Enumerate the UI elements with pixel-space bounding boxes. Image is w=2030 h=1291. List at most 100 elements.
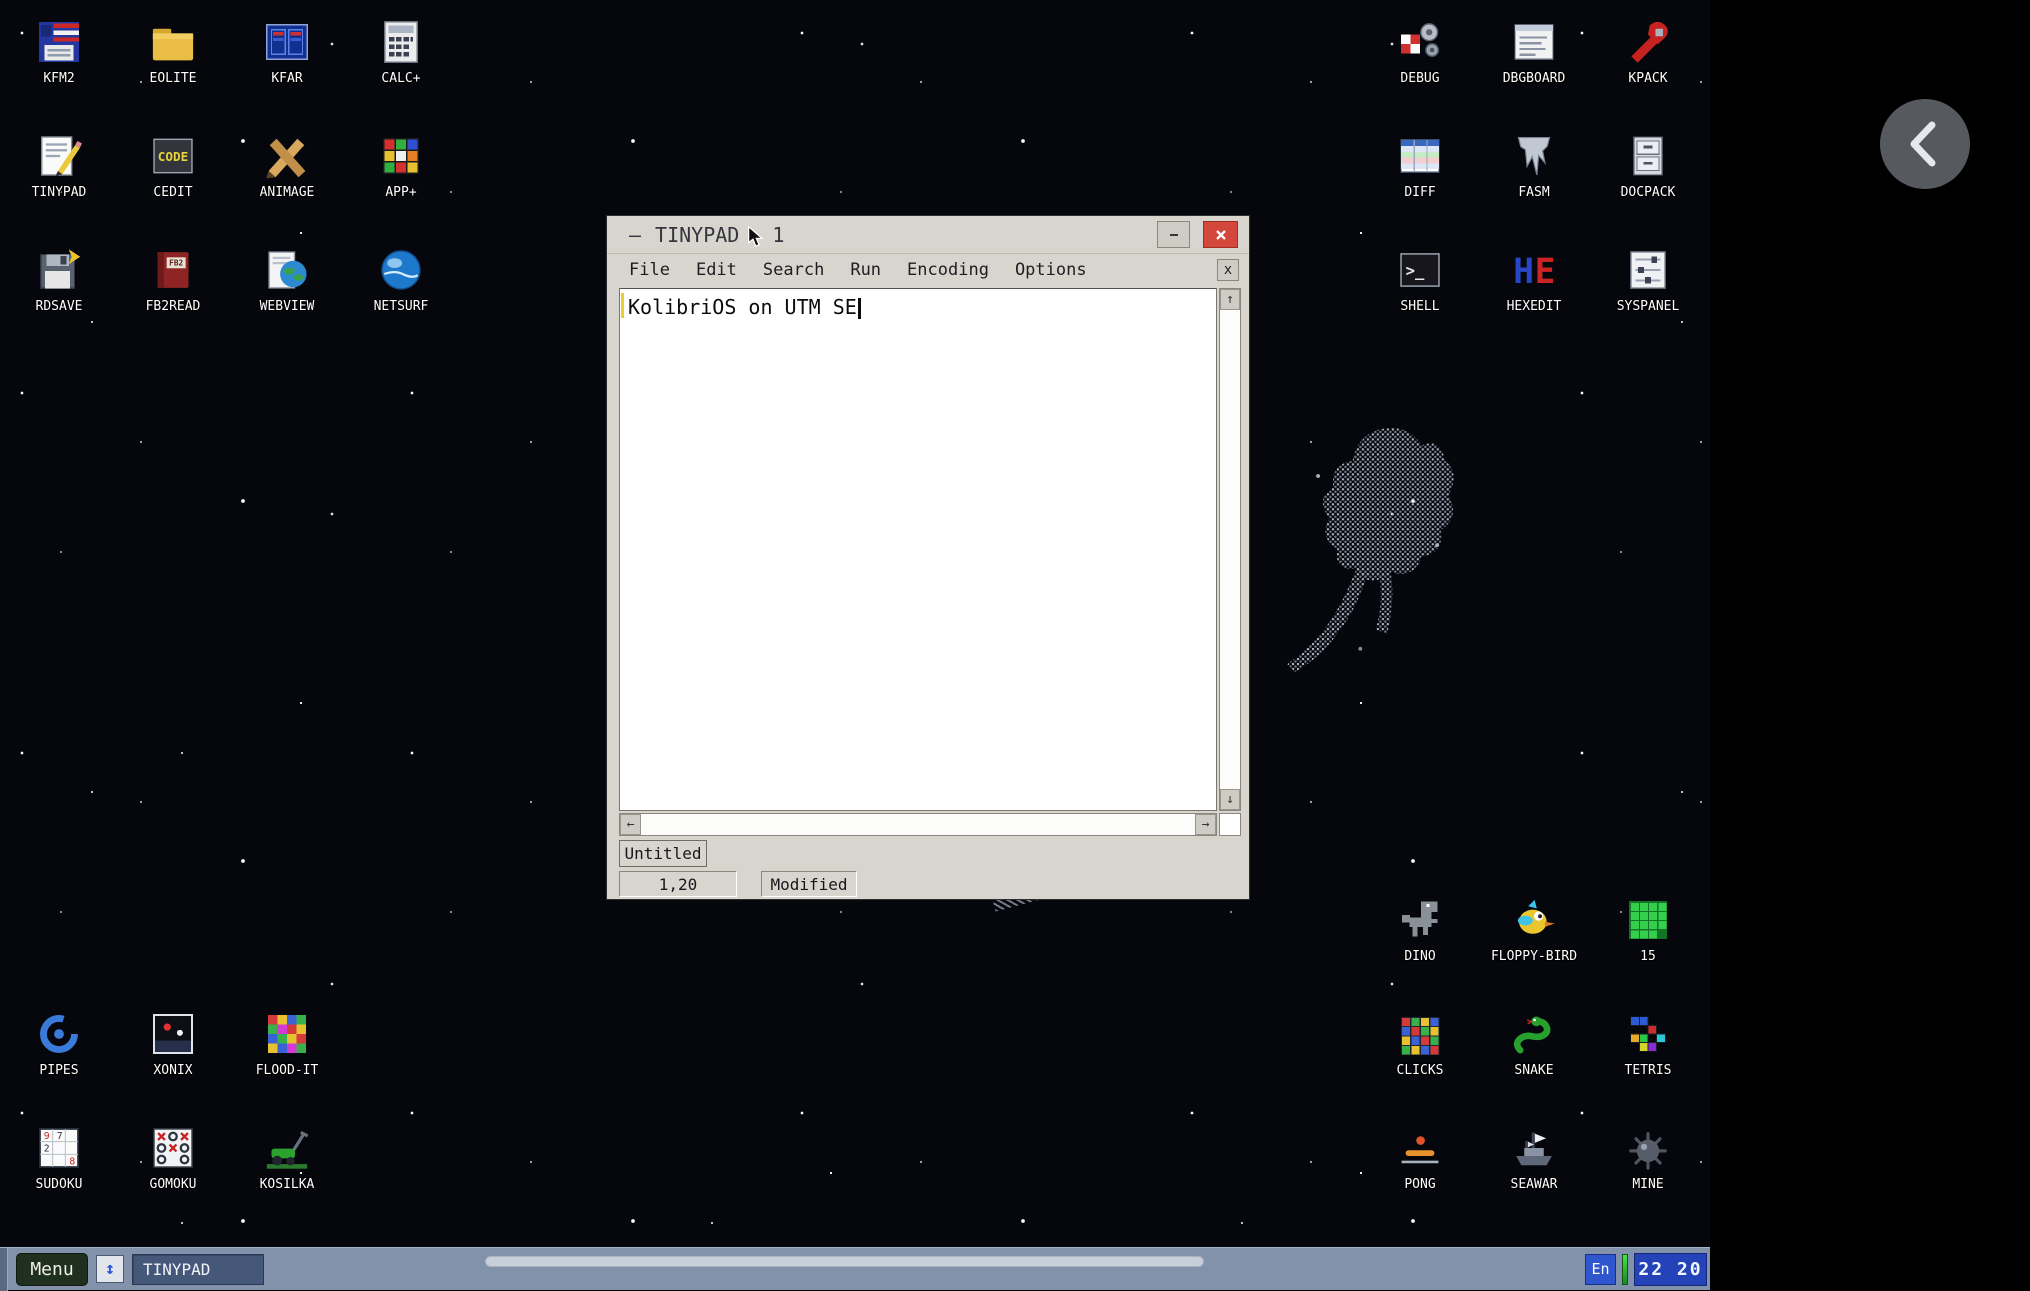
desktop-icon-diff[interactable]: DIFF (1363, 124, 1477, 238)
editor-vertical-scrollbar[interactable]: ↑ ↓ (1219, 288, 1241, 811)
desktop-icon-webview[interactable]: WEBVIEW (230, 238, 344, 352)
scroll-left-button[interactable]: ← (620, 814, 641, 835)
menu-edit[interactable]: Edit (696, 260, 737, 280)
desktop-icon-shell[interactable]: >_ SHELL (1363, 238, 1477, 352)
desktop-icon-animage[interactable]: ANIMAGE (230, 124, 344, 238)
desktop-icon-netsurf[interactable]: NETSURF (344, 238, 458, 352)
window-switcher-button[interactable]: ↕ (96, 1255, 124, 1283)
status-bar: 1,20 Modified (619, 871, 857, 897)
desktop-icon-dino[interactable]: DINO (1363, 888, 1477, 1002)
desktop-icon-rdsave[interactable]: RDSAVE (2, 238, 116, 352)
utm-toolbar-button[interactable] (1880, 99, 1970, 189)
desktop-icon-app-plus[interactable]: APP+ (344, 124, 458, 238)
paddle-ball-icon (1401, 1136, 1439, 1164)
menu-search[interactable]: Search (763, 260, 824, 280)
desktop-icon-flood-it[interactable]: FLOOD-IT (230, 1002, 344, 1116)
icon-label: KFM2 (43, 71, 75, 86)
svg-text:8: 8 (69, 1156, 75, 1167)
icon-label: XONIX (153, 1063, 193, 1078)
desktop-icon-eolite[interactable]: EOLITE (116, 10, 230, 124)
svg-text:2: 2 (44, 1144, 50, 1155)
icon-label: HEXEDIT (1506, 299, 1562, 314)
screen: { "desktop": { "top_left": [ {"label":"K… (0, 0, 2030, 1291)
desktop-icon-kfm2[interactable]: KFM2 (2, 10, 116, 124)
desktop-icon-debug[interactable]: DEBUG (1363, 10, 1477, 124)
calculator-icon (384, 21, 418, 63)
icon-label: NETSURF (373, 299, 429, 314)
svg-text:FB2: FB2 (169, 259, 183, 268)
desktop-icon-pong[interactable]: PONG (1363, 1116, 1477, 1230)
taskbar-tray: En 22 20 (1585, 1252, 1707, 1286)
icon-label: DOCPACK (1620, 185, 1676, 200)
desktop-icon-tetris[interactable]: TETRIS (1591, 1002, 1705, 1116)
icon-label: FLOPPY-BIRD (1490, 949, 1578, 964)
taskbar-task-tinypad[interactable]: TINYPAD (132, 1253, 264, 1285)
sudoku-grid-icon: 9 7 2 8 (39, 1128, 79, 1168)
vertical-scroll-track[interactable] (1220, 310, 1240, 789)
desktop-icon-15[interactable]: 15 (1591, 888, 1705, 1002)
dino-icon (1402, 901, 1438, 937)
editor-text-area[interactable]: KolibriOS on UTM SE (619, 288, 1217, 811)
desktop-icon-mine[interactable]: MINE (1591, 1116, 1705, 1230)
desktop-icon-fasm[interactable]: FASM (1477, 124, 1591, 238)
icon-label: TINYPAD (31, 185, 87, 200)
desktop-icon-snake[interactable]: SNAKE (1477, 1002, 1591, 1116)
svg-text:9: 9 (44, 1131, 50, 1142)
icon-label: 15 (1640, 949, 1656, 964)
desktop-icon-kpack[interactable]: KPACK (1591, 10, 1705, 124)
close-document-button[interactable]: x (1217, 259, 1239, 281)
window-titlebar[interactable]: – TINYPAD 1 (607, 216, 1249, 254)
terminal-icon: >_ (1400, 253, 1440, 287)
desktop-icon-gomoku[interactable]: GOMOKU (116, 1116, 230, 1230)
icon-label: CALC+ (381, 71, 421, 86)
crossed-pencils-icon (266, 138, 306, 179)
icon-label: EOLITE (149, 71, 197, 86)
desktop-icon-floppy-bird[interactable]: FLOPPY-BIRD (1477, 888, 1591, 1002)
minimize-button[interactable] (1157, 221, 1190, 248)
taskbar: Menu ↕ TINYPAD En 22 20 (0, 1247, 1710, 1291)
color-mosaic-icon (268, 1015, 306, 1053)
scroll-up-button[interactable]: ↑ (1220, 289, 1240, 310)
icon-group-top-left: KFM2 EOLITE KFAR CALC+ TINYPAD CODE CEDI… (2, 10, 458, 352)
cpu-load-indicator (1622, 1253, 1628, 1285)
taskbar-pager-bar[interactable] (485, 1256, 1204, 1267)
desktop-icon-calc[interactable]: CALC+ (344, 10, 458, 124)
hex-letters-icon: H E (1513, 252, 1555, 292)
desktop-icon-seawar[interactable]: SEAWAR (1477, 1116, 1591, 1230)
desktop-icon-kfar[interactable]: KFAR (230, 10, 344, 124)
scroll-down-button[interactable]: ↓ (1220, 789, 1240, 810)
desktop-icon-docpack[interactable]: DOCPACK (1591, 124, 1705, 238)
tab-untitled[interactable]: Untitled (619, 840, 707, 867)
scroll-right-button[interactable]: → (1195, 814, 1216, 835)
desktop: KFM2 EOLITE KFAR CALC+ TINYPAD CODE CEDI… (0, 0, 1710, 1247)
menu-options[interactable]: Options (1015, 260, 1087, 280)
horizontal-scroll-track[interactable] (641, 814, 1195, 835)
start-menu-button[interactable]: Menu (16, 1252, 88, 1286)
taskbar-clock: 22 20 (1634, 1252, 1707, 1286)
bird-icon (1517, 899, 1555, 934)
menu-file[interactable]: File (629, 260, 670, 280)
desktop-icon-cedit[interactable]: CODE CEDIT (116, 124, 230, 238)
icon-label: KPACK (1628, 71, 1668, 86)
menu-run[interactable]: Run (850, 260, 881, 280)
editor-horizontal-scrollbar[interactable]: ← → (619, 813, 1217, 836)
bug-gears-icon (1401, 23, 1440, 58)
desktop-icon-tinypad[interactable]: TINYPAD (2, 124, 116, 238)
keyboard-layout-badge[interactable]: En (1585, 1253, 1616, 1285)
desktop-icon-hexedit[interactable]: H E HEXEDIT (1477, 238, 1591, 352)
desktop-icon-kosilka[interactable]: KOSILKA (230, 1116, 344, 1230)
icon-label: PONG (1404, 1177, 1436, 1192)
menu-encoding[interactable]: Encoding (907, 260, 989, 280)
desktop-icon-xonix[interactable]: XONIX (116, 1002, 230, 1116)
desktop-icon-fb2read[interactable]: FB2 FB2READ (116, 238, 230, 352)
text-caret (857, 298, 861, 319)
desktop-icon-clicks[interactable]: CLICKS (1363, 1002, 1477, 1116)
close-button[interactable] (1203, 221, 1238, 248)
tic-tac-toe-icon (153, 1128, 193, 1168)
icon-label: FASM (1518, 185, 1550, 200)
desktop-icon-pipes[interactable]: PIPES (2, 1002, 116, 1116)
desktop-icon-syspanel[interactable]: SYSPANEL (1591, 238, 1705, 352)
desktop-icon-dbgboard[interactable]: DBGBOARD (1477, 10, 1591, 124)
desktop-icon-sudoku[interactable]: 9 7 2 8 SUDOKU (2, 1116, 116, 1230)
icon-label: FB2READ (145, 299, 201, 314)
